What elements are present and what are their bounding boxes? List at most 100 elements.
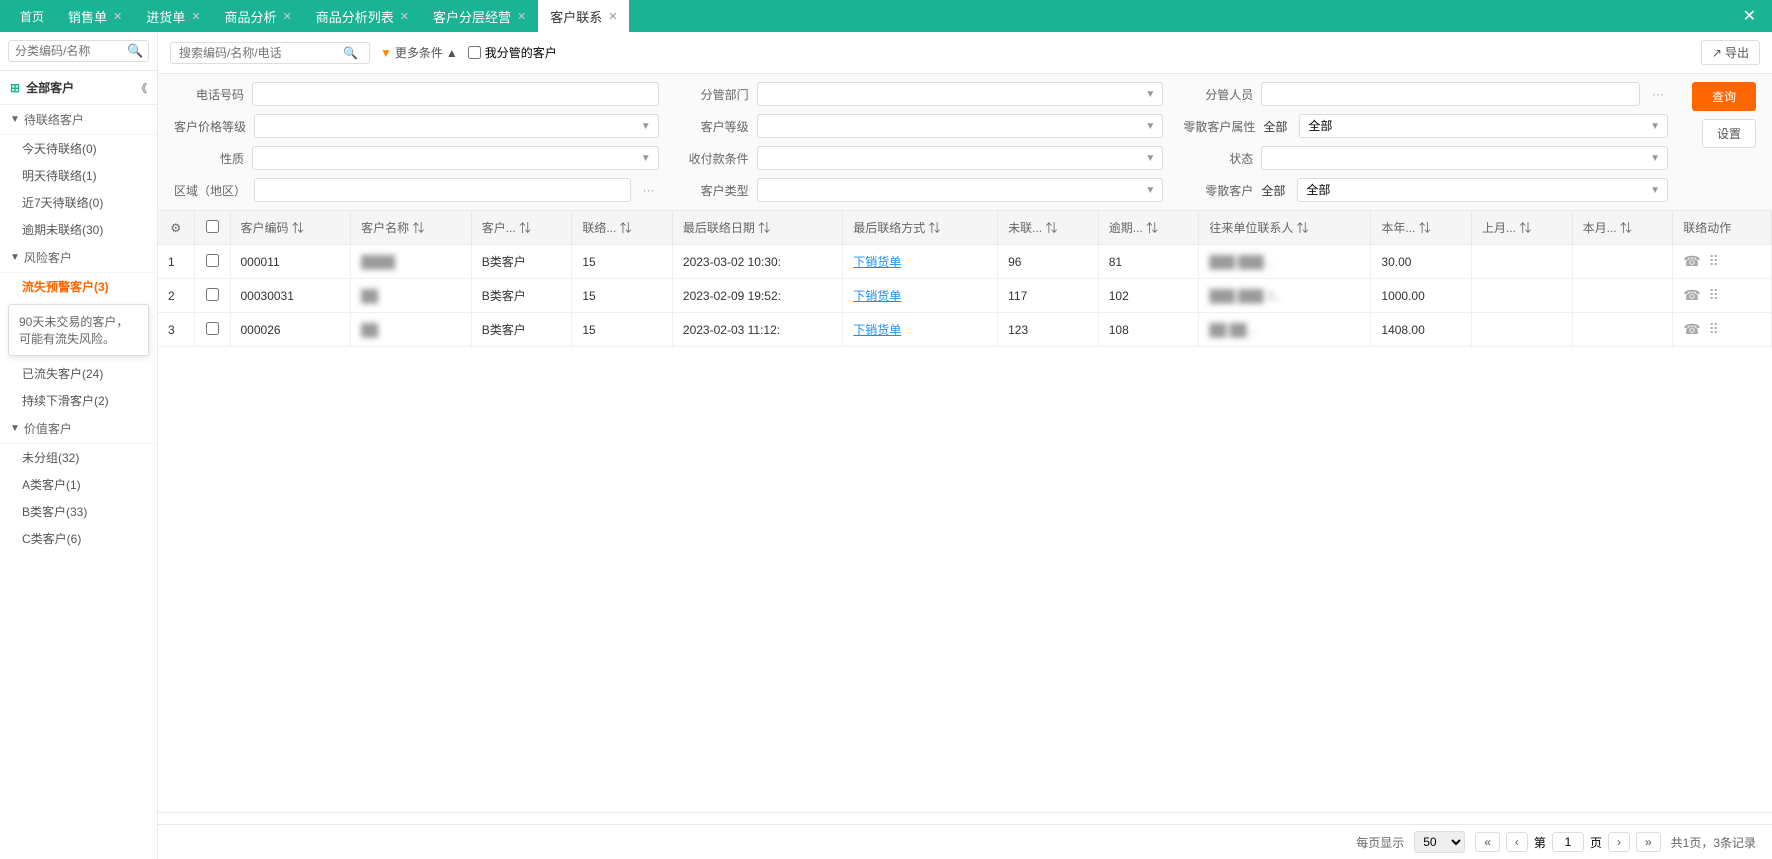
sidebar-all-customers[interactable]: ⊞ 全部客户 《	[0, 71, 157, 105]
data-table: ⚙ 客户编码 ⇅ 客户名称 ⇅ 客户... ⇅ 联络... ⇅ 最后联络日期 ⇅…	[158, 211, 1772, 347]
select-all-checkbox[interactable]	[206, 220, 219, 233]
filter-phone: 电话号码	[174, 82, 659, 106]
nav-tab-close-2[interactable]: ✕	[283, 10, 292, 23]
col-person[interactable]: 往来单位联系人 ⇅	[1199, 211, 1371, 245]
sort-icon-lastmonth: ⇅	[1519, 221, 1531, 235]
nav-tab-4[interactable]: 客户分层经营✕	[421, 0, 538, 32]
row-checkbox-1[interactable]	[206, 288, 219, 301]
filter-ctype-select[interactable]	[757, 178, 1164, 202]
sidebar-item-0-1[interactable]: 明天待联络(1)	[0, 162, 157, 189]
setting-button[interactable]: 设置	[1702, 119, 1756, 148]
filter-nature: 性质 ▼	[174, 146, 659, 170]
row-checkbox-2[interactable]	[206, 322, 219, 335]
col-setting[interactable]: ⚙	[158, 211, 194, 245]
col-contact[interactable]: 联络... ⇅	[572, 211, 673, 245]
nav-tab-close-5[interactable]: ✕	[608, 10, 617, 23]
filter-phone-input[interactable]	[252, 82, 659, 106]
col-overdue[interactable]: 逾期... ⇅	[1098, 211, 1199, 245]
filter-person-input[interactable]	[1261, 82, 1640, 106]
td-no: 3	[158, 313, 194, 347]
sidebar-group-title-2[interactable]: ▼价值客户	[0, 414, 157, 444]
sidebar-item-0-2[interactable]: 近7天待联络(0)	[0, 189, 157, 216]
more-filter-label: 更多条件	[395, 44, 443, 61]
action-icon-more-0[interactable]: ⠿	[1709, 253, 1719, 270]
sidebar-item-2-1[interactable]: A类客户(1)	[0, 471, 157, 498]
filter-attr-select[interactable]: 全部	[1299, 114, 1668, 138]
next-page-button[interactable]: ›	[1608, 832, 1630, 852]
per-page-select[interactable]: 50 100	[1414, 831, 1465, 853]
filter-nature-select[interactable]	[252, 146, 659, 170]
td-last-method[interactable]: 下销货单	[843, 279, 998, 313]
col-type[interactable]: 客户... ⇅	[471, 211, 572, 245]
col-uncontacted[interactable]: 未联... ⇅	[998, 211, 1099, 245]
search-input[interactable]	[179, 46, 339, 60]
nav-tab-1[interactable]: 进货单✕	[134, 0, 212, 32]
col-thisyear[interactable]: 本年... ⇅	[1371, 211, 1472, 245]
first-page-button[interactable]: «	[1475, 832, 1500, 852]
filter-person-dots[interactable]: ···	[1648, 87, 1668, 101]
action-icon-contact-0[interactable]: ☎	[1683, 253, 1700, 270]
sidebar-group-title-0[interactable]: ▼待联络客户	[0, 105, 157, 135]
close-all-button[interactable]: ✕	[1735, 6, 1764, 26]
sidebar-item-0-3[interactable]: 逾期未联络(30)	[0, 216, 157, 243]
action-icon-more-2[interactable]: ⠿	[1709, 321, 1719, 338]
more-filter-button[interactable]: ▼ 更多条件 ▲	[380, 44, 458, 61]
nav-home[interactable]: 首页	[8, 0, 56, 32]
filter-region-input[interactable]	[254, 178, 631, 202]
sidebar-item-2-3[interactable]: C类客户(6)	[0, 525, 157, 552]
last-page-button[interactable]: »	[1636, 832, 1661, 852]
filter-dept-select[interactable]	[757, 82, 1164, 106]
td-last-method[interactable]: 下销货单	[843, 245, 998, 279]
td-check[interactable]	[194, 279, 230, 313]
action-icon-contact-2[interactable]: ☎	[1683, 321, 1700, 338]
nav-tab-close-3[interactable]: ✕	[400, 10, 409, 23]
page-text: 页	[1590, 834, 1602, 851]
col-code[interactable]: 客户编码 ⇅	[230, 211, 351, 245]
td-actions: ☎ ⠿	[1673, 313, 1772, 347]
td-check[interactable]	[194, 245, 230, 279]
nav-tab-close-1[interactable]: ✕	[191, 10, 200, 23]
prev-page-button[interactable]: ‹	[1506, 832, 1528, 852]
col-thismonth[interactable]: 本月... ⇅	[1572, 211, 1673, 245]
nav-tab-2[interactable]: 商品分析✕	[212, 0, 303, 32]
export-button[interactable]: ↗ 导出	[1701, 40, 1760, 65]
nav-tab-3[interactable]: 商品分析列表✕	[304, 0, 421, 32]
filter-region-dots[interactable]: ···	[639, 183, 659, 197]
filter-price-level-select[interactable]	[254, 114, 659, 138]
nav-tab-0[interactable]: 销售单✕	[56, 0, 134, 32]
filter-payment-select-wrap: ▼	[757, 146, 1164, 170]
td-check[interactable]	[194, 313, 230, 347]
filter-price-level-select-wrap: ▼	[254, 114, 659, 138]
sidebar-item-1-1[interactable]: 已流失客户(24)	[0, 360, 157, 387]
bottom-scroll[interactable]	[158, 812, 1772, 824]
search-button[interactable]: 查询	[1692, 82, 1756, 111]
col-last-date[interactable]: 最后联络日期 ⇅	[672, 211, 842, 245]
row-checkbox-0[interactable]	[206, 254, 219, 267]
action-icon-contact-1[interactable]: ☎	[1683, 287, 1700, 304]
action-icon-more-1[interactable]: ⠿	[1709, 287, 1719, 304]
sort-icon-type: ⇅	[519, 221, 531, 235]
sidebar-item-2-0[interactable]: 未分组(32)	[0, 444, 157, 471]
filter-status-select[interactable]	[1261, 146, 1668, 170]
filter-level-select[interactable]	[757, 114, 1164, 138]
search-icon[interactable]: 🔍	[343, 46, 358, 60]
nav-tab-close-0[interactable]: ✕	[113, 10, 122, 23]
td-code: 00030031	[230, 279, 351, 313]
td-name: ████	[351, 245, 472, 279]
filter-payment-select[interactable]	[757, 146, 1164, 170]
page-input[interactable]	[1552, 832, 1584, 852]
sidebar-item-0-0[interactable]: 今天待联络(0)	[0, 135, 157, 162]
nav-tab-5[interactable]: 客户联系✕	[538, 0, 629, 32]
sidebar-item-1-2[interactable]: 持续下滑客户(2)	[0, 387, 157, 414]
col-name[interactable]: 客户名称 ⇅	[351, 211, 472, 245]
filter-retail-select[interactable]: 全部	[1297, 178, 1668, 202]
my-customer-checkbox-wrap[interactable]: 我分管的客户	[468, 44, 557, 61]
sidebar-item-1-0[interactable]: 流失预警客户(3)	[0, 273, 157, 300]
sidebar-group-title-1[interactable]: ▼风险客户	[0, 243, 157, 273]
my-customer-checkbox[interactable]	[468, 46, 481, 59]
sidebar-item-2-2[interactable]: B类客户(33)	[0, 498, 157, 525]
col-last-method[interactable]: 最后联络方式 ⇅	[843, 211, 998, 245]
col-lastmonth[interactable]: 上月... ⇅	[1472, 211, 1573, 245]
td-last-method[interactable]: 下销货单	[843, 313, 998, 347]
nav-tab-close-4[interactable]: ✕	[517, 10, 526, 23]
